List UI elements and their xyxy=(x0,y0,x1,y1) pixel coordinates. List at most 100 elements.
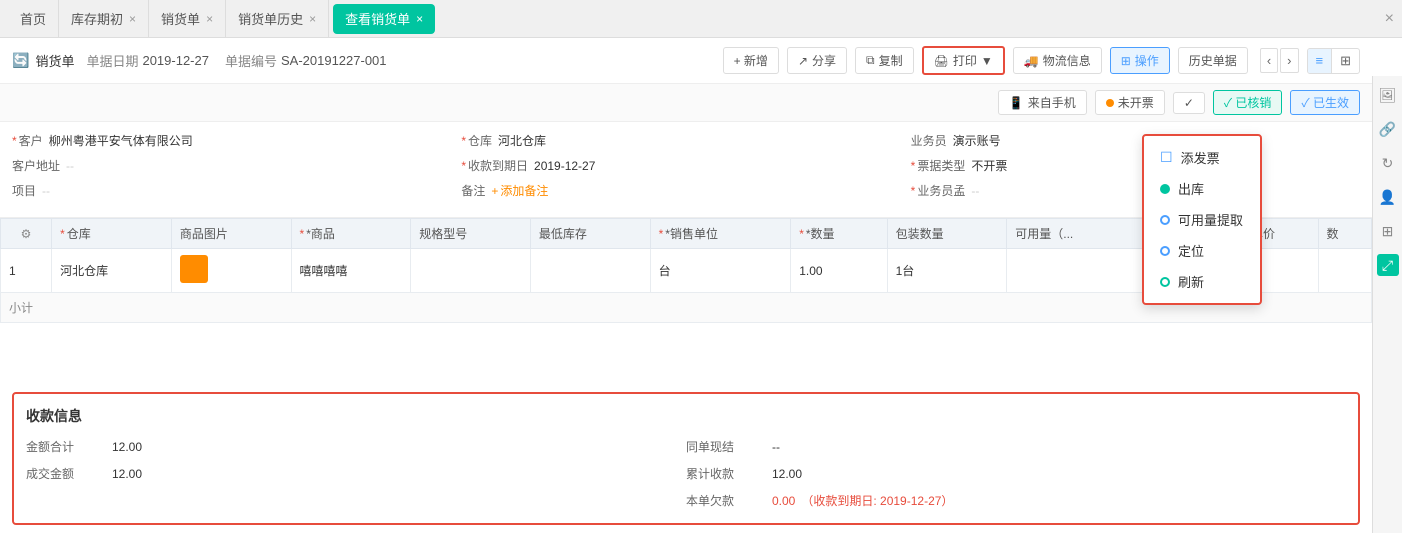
project-field: 项目 -- xyxy=(12,182,461,199)
row-sales-unit: 台 xyxy=(650,249,791,293)
window-close-button[interactable]: × xyxy=(1385,10,1394,28)
row-product-name: 嘻嘻嘻嘻 xyxy=(291,249,411,293)
transaction-row: 成交金额 12.00 xyxy=(26,463,686,484)
same-order-value: -- xyxy=(772,440,780,454)
not-open-ticket-button[interactable]: 未开票 xyxy=(1095,90,1165,115)
sidebar-image-icon[interactable]: 🖼 xyxy=(1377,84,1399,106)
staff2-field: 业务员孟 -- xyxy=(911,182,1360,199)
col-settings[interactable]: ⚙ xyxy=(1,219,52,249)
project-value: -- xyxy=(42,184,50,198)
close-view-sales-tab[interactable]: × xyxy=(416,12,423,26)
dropdown-add-invoice[interactable]: ☐ 添发票 xyxy=(1144,142,1260,173)
summary-title: 收款信息 xyxy=(26,406,1346,426)
due-date-text: （收款到期日: 2019-12-27） xyxy=(801,492,953,509)
logistics-button[interactable]: 🚚 物流信息 xyxy=(1013,47,1102,74)
new-button[interactable]: + 新增 xyxy=(723,47,779,74)
row-quantity: 1.00 xyxy=(791,249,887,293)
row-product-image xyxy=(171,249,291,293)
not-open-label: 未开票 xyxy=(1118,94,1154,111)
already-effective-button[interactable]: ✓ 已生效 xyxy=(1290,90,1360,115)
cumulative-row: 累计收款 12.00 xyxy=(686,463,1346,484)
tab-inventory-label: 库存期初 xyxy=(71,9,123,28)
sidebar-layers-icon[interactable]: ⊞ xyxy=(1377,220,1399,242)
refresh-icon xyxy=(1160,277,1170,287)
staff-field: 业务员 演示账号 xyxy=(911,132,1360,149)
payment-date-field: 收款到期日 2019-12-27 xyxy=(461,157,910,174)
close-history-tab[interactable]: × xyxy=(309,12,316,26)
check-effective-icon: ✓ xyxy=(1301,96,1309,110)
product-image-thumbnail xyxy=(180,255,208,283)
tab-sales-order[interactable]: 销货单 × xyxy=(149,0,226,38)
nav-next[interactable]: › xyxy=(1280,48,1298,73)
row-index: 1 xyxy=(1,249,52,293)
effective-label: 已生效 xyxy=(1313,96,1349,110)
content-wrapper: 🔄 销货单 单据日期 2019-12-27 单据编号 SA-20191227-0… xyxy=(0,38,1402,533)
remark-label: 备注 xyxy=(461,182,485,199)
warehouse-value: 河北仓库 xyxy=(498,132,546,149)
total-amount-label: 金额合计 xyxy=(26,438,106,455)
sidebar-rotate-icon[interactable]: ↻ xyxy=(1377,152,1399,174)
dropdown-locate[interactable]: 定位 xyxy=(1144,235,1260,266)
col-available: 可用量（... xyxy=(1007,219,1145,249)
already-sold-button[interactable]: ✓ 已核销 xyxy=(1213,90,1283,115)
add-remark-button[interactable]: + 添加备注 xyxy=(491,182,548,199)
print-dropdown-arrow: ▼ xyxy=(981,54,993,68)
plus-icon: + xyxy=(491,184,498,198)
view-grid[interactable]: ⊞ xyxy=(1332,49,1359,73)
dropdown-available[interactable]: 可用量提取 xyxy=(1144,204,1260,235)
copy-button[interactable]: ⧉ 复制 xyxy=(855,47,914,74)
tab-inventory-init[interactable]: 库存期初 × xyxy=(59,0,149,38)
history-button[interactable]: 历史单据 xyxy=(1178,47,1248,74)
view-toggle: ≡ ⊞ xyxy=(1307,48,1361,74)
col-spec: 规格型号 xyxy=(411,219,531,249)
check-sold-icon: ✓ xyxy=(1224,96,1232,110)
number-value: SA-20191227-001 xyxy=(281,53,387,68)
tab-home-label: 首页 xyxy=(20,9,46,28)
warehouse-label: 仓库 xyxy=(461,132,492,149)
right-sidebar: 🖼 🔗 ↻ 👤 ⊞ ⤢ xyxy=(1372,76,1402,533)
staff-value: 演示账号 xyxy=(953,132,1001,149)
tab-home[interactable]: 首页 xyxy=(8,0,59,38)
close-inventory-tab[interactable]: × xyxy=(129,12,136,26)
phone-icon: 📱 xyxy=(1009,96,1024,110)
transaction-value: 12.00 xyxy=(112,467,142,481)
sidebar-link-icon[interactable]: 🔗 xyxy=(1377,118,1399,140)
print-button[interactable]: 🖨 打印 ▼ xyxy=(922,46,1005,75)
remark-field: 备注 + 添加备注 xyxy=(461,182,910,199)
operations-label: 操作 xyxy=(1135,52,1159,69)
sold-label: 已核销 xyxy=(1235,96,1271,110)
operations-icon: ⊞ xyxy=(1121,54,1131,68)
warehouse-field: 仓库 河北仓库 xyxy=(461,132,910,149)
address-label: 客户地址 xyxy=(12,157,60,174)
staff2-value: -- xyxy=(971,184,979,198)
view-list[interactable]: ≡ xyxy=(1308,49,1333,73)
col-product: *商品 xyxy=(291,219,411,249)
nav-prev[interactable]: ‹ xyxy=(1260,48,1278,73)
print-icon: 🖨 xyxy=(934,54,949,68)
sidebar-user-icon[interactable]: 👤 xyxy=(1377,186,1399,208)
col-quantity: *数量 xyxy=(791,219,887,249)
nav-arrows: ‹ › xyxy=(1260,48,1299,73)
dropdown-refresh[interactable]: 刷新 xyxy=(1144,266,1260,297)
operations-button[interactable]: ⊞ 操作 xyxy=(1110,47,1170,74)
secondary-action-bar: 📱 来自手机 未开票 ✓ ✓ 已核销 ✓ xyxy=(0,84,1372,122)
close-sales-tab[interactable]: × xyxy=(206,12,213,26)
locate-icon xyxy=(1160,246,1170,256)
from-phone-label: 来自手机 xyxy=(1028,94,1076,111)
confirm-button[interactable]: ✓ xyxy=(1173,92,1205,114)
row-warehouse: 河北仓库 xyxy=(52,249,172,293)
dropdown-outbound[interactable]: 出库 xyxy=(1144,173,1260,204)
tab-sales-label: 销货单 xyxy=(161,9,200,28)
current-due-label: 本单欠款 xyxy=(686,492,766,509)
share-button[interactable]: ↗ 分享 xyxy=(787,47,847,74)
tab-view-sales[interactable]: 查看销货单 × xyxy=(333,4,435,34)
share-icon: ↗ xyxy=(798,54,808,68)
customer-value: 柳州粤港平安气体有限公司 xyxy=(49,132,193,149)
tab-sales-history[interactable]: 销货单历史 × xyxy=(226,0,329,38)
main-content: 🔄 销货单 单据日期 2019-12-27 单据编号 SA-20191227-0… xyxy=(0,38,1402,533)
from-phone-button[interactable]: 📱 来自手机 xyxy=(998,90,1087,115)
sidebar-expand-icon[interactable]: ⤢ xyxy=(1377,254,1399,276)
invoice-icon: ☐ xyxy=(1160,149,1173,166)
current-due-value: 0.00 xyxy=(772,494,795,508)
date-label: 单据日期 xyxy=(86,51,138,70)
